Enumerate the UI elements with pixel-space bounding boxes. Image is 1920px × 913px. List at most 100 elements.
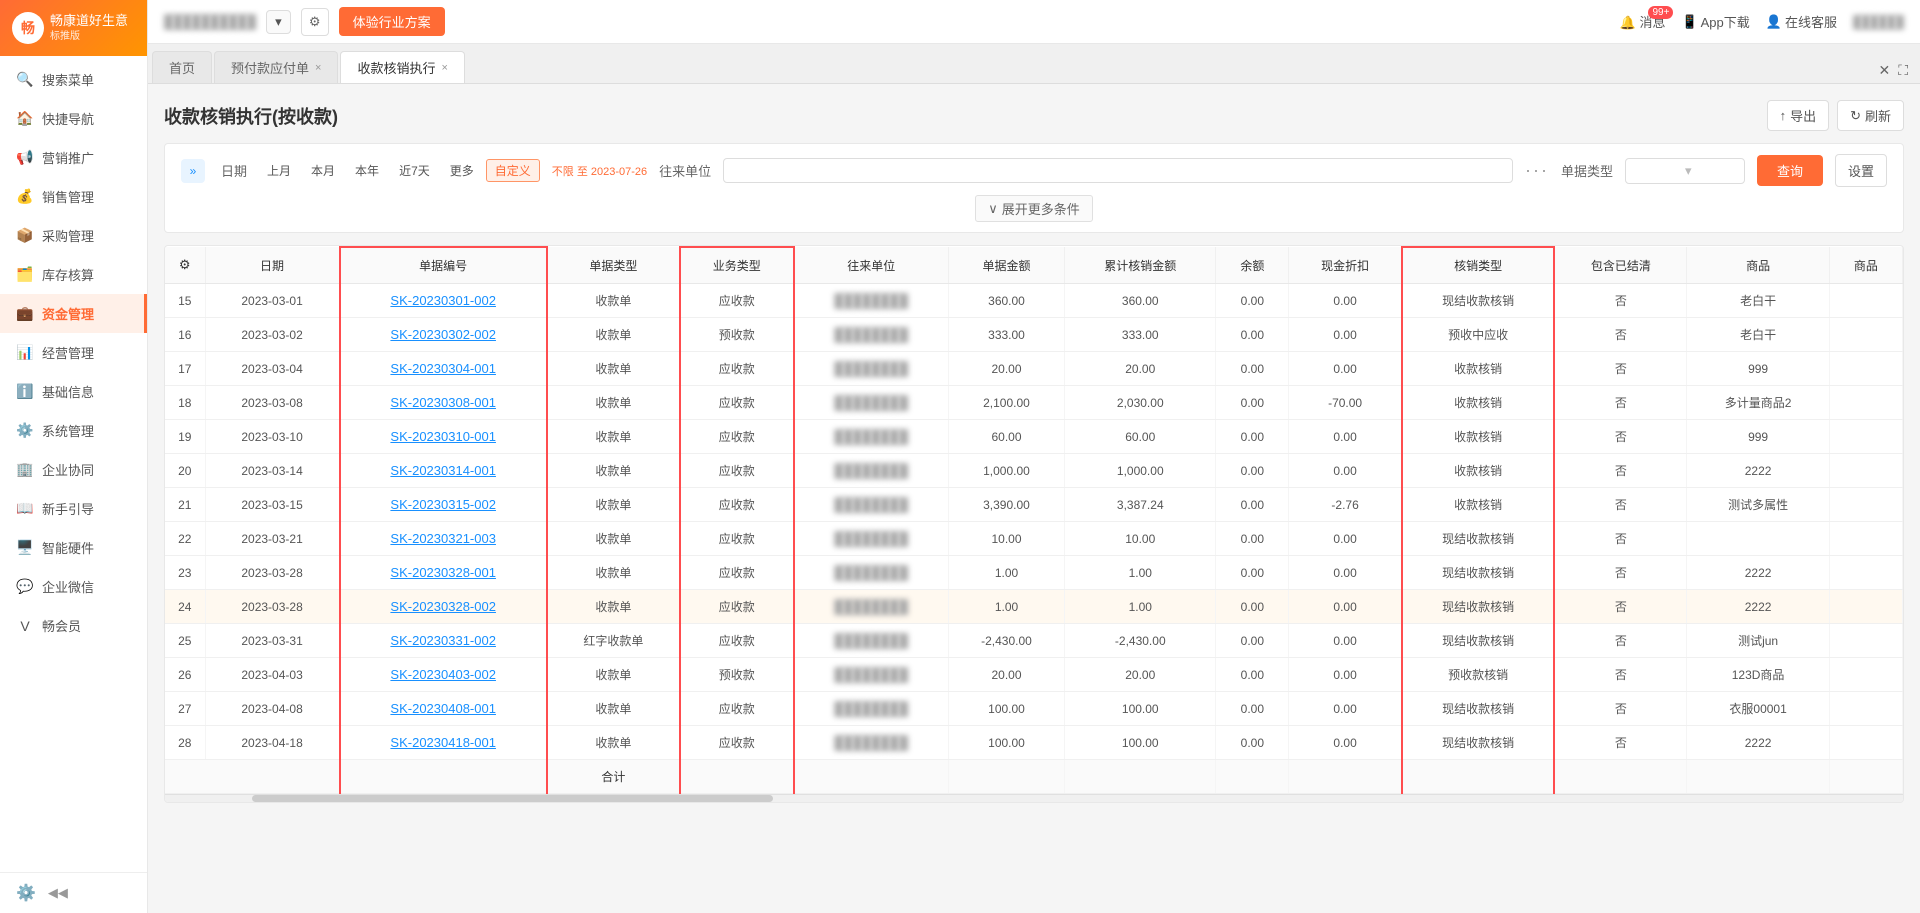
topbar: ██████████ ▾ ⚙ 体验行业方案 🔔 消息 99+ 📱 App下载 👤… bbox=[148, 0, 1920, 44]
tab-prepaid-close[interactable]: × bbox=[315, 62, 321, 74]
doc-no-link[interactable]: SK-20230315-002 bbox=[390, 497, 496, 512]
cell-doc-no[interactable]: SK-20230418-001 bbox=[340, 726, 547, 760]
settings-col-icon[interactable]: ⚙ bbox=[179, 257, 191, 272]
query-button[interactable]: 查询 bbox=[1757, 155, 1823, 186]
doc-no-link[interactable]: SK-20230308-001 bbox=[390, 395, 496, 410]
partner-input[interactable] bbox=[723, 158, 1513, 183]
total-doc-type: 合计 bbox=[547, 760, 680, 794]
sidebar-item-operations[interactable]: 📊 经营管理 bbox=[0, 333, 147, 372]
tab-collection[interactable]: 收款核销执行 × bbox=[340, 51, 464, 83]
sidebar-item-basic[interactable]: ℹ️ 基础信息 bbox=[0, 372, 147, 411]
tab-home[interactable]: 首页 bbox=[152, 51, 212, 83]
sidebar-item-member[interactable]: V 畅会员 bbox=[0, 606, 147, 645]
sidebar-item-search[interactable]: 🔍 搜索菜单 bbox=[0, 60, 147, 99]
cell-doc-no[interactable]: SK-20230302-002 bbox=[340, 318, 547, 352]
sidebar-item-marketing[interactable]: 📢 营销推广 bbox=[0, 138, 147, 177]
cell-doc-no[interactable]: SK-20230314-001 bbox=[340, 454, 547, 488]
search-icon: 🔍 bbox=[16, 71, 34, 88]
cell-doc-no[interactable]: SK-20230315-002 bbox=[340, 488, 547, 522]
sidebar-item-shortcut[interactable]: 🏠 快捷导航 bbox=[0, 99, 147, 138]
cell-doc-type: 收款单 bbox=[547, 454, 680, 488]
sidebar-item-enterprise[interactable]: 🏢 企业协同 bbox=[0, 450, 147, 489]
table-row: 18 2023-03-08 SK-20230308-001 收款单 应收款 ██… bbox=[165, 386, 1903, 420]
cell-doc-no[interactable]: SK-20230328-002 bbox=[340, 590, 547, 624]
sidebar-item-guide[interactable]: 📖 新手引导 bbox=[0, 489, 147, 528]
cell-product2 bbox=[1829, 692, 1902, 726]
sidebar-item-sales[interactable]: 💰 销售管理 bbox=[0, 177, 147, 216]
tab-close-all-icon[interactable]: ✕ bbox=[1874, 58, 1894, 83]
date-btn-this-year[interactable]: 本年 bbox=[347, 159, 387, 182]
doc-no-link[interactable]: SK-20230331-002 bbox=[390, 633, 496, 648]
cell-doc-type: 收款单 bbox=[547, 284, 680, 318]
cell-write-off-type: 收款核销 bbox=[1402, 386, 1555, 420]
filter-dots[interactable]: ··· bbox=[1525, 160, 1549, 181]
cell-write-off-type: 现结收款核销 bbox=[1402, 590, 1555, 624]
cell-doc-no[interactable]: SK-20230301-002 bbox=[340, 284, 547, 318]
cell-doc-no[interactable]: SK-20230310-001 bbox=[340, 420, 547, 454]
doc-no-link[interactable]: SK-20230328-001 bbox=[390, 565, 496, 580]
cell-doc-no[interactable]: SK-20230331-002 bbox=[340, 624, 547, 658]
th-settings[interactable]: ⚙ bbox=[165, 247, 205, 284]
cell-product2 bbox=[1829, 386, 1902, 420]
th-cash-discount: 现金折扣 bbox=[1289, 247, 1402, 284]
notification-bell[interactable]: 🔔 消息 99+ bbox=[1620, 12, 1666, 31]
filter-settings-button[interactable]: 设置 bbox=[1835, 154, 1887, 187]
collapse-icon[interactable]: ◀◀ bbox=[48, 885, 68, 901]
cell-date: 2023-03-14 bbox=[205, 454, 340, 488]
doc-no-link[interactable]: SK-20230321-003 bbox=[390, 531, 496, 546]
date-btn-custom[interactable]: 自定义 bbox=[486, 159, 540, 182]
doc-no-link[interactable]: SK-20230328-002 bbox=[390, 599, 496, 614]
sidebar-item-inventory[interactable]: 🗂️ 库存核算 bbox=[0, 255, 147, 294]
doc-no-link[interactable]: SK-20230301-002 bbox=[390, 293, 496, 308]
table-scrollbar[interactable] bbox=[165, 794, 1903, 802]
cell-biz-type: 应收款 bbox=[680, 590, 794, 624]
date-btn-7days[interactable]: 近7天 bbox=[391, 159, 438, 182]
doc-no-link[interactable]: SK-20230403-002 bbox=[390, 667, 496, 682]
tab-prepaid[interactable]: 预付款应付单 × bbox=[214, 51, 338, 83]
date-btn-more[interactable]: 更多 bbox=[442, 159, 482, 182]
storage-icon: 🗂️ bbox=[16, 266, 34, 283]
cell-biz-type: 应收款 bbox=[680, 556, 794, 590]
doc-no-link[interactable]: SK-20230408-001 bbox=[390, 701, 496, 716]
cell-doc-no[interactable]: SK-20230408-001 bbox=[340, 692, 547, 726]
tab-collection-close[interactable]: × bbox=[441, 62, 447, 74]
doc-no-link[interactable]: SK-20230314-001 bbox=[390, 463, 496, 478]
cell-biz-type: 应收款 bbox=[680, 692, 794, 726]
app-download-link[interactable]: 📱 App下载 bbox=[1681, 12, 1749, 31]
user-avatar[interactable]: ██████ bbox=[1853, 15, 1904, 29]
doc-no-link[interactable]: SK-20230418-001 bbox=[390, 735, 496, 750]
topbar-settings-btn[interactable]: ⚙ bbox=[301, 8, 329, 36]
doc-no-link[interactable]: SK-20230310-001 bbox=[390, 429, 496, 444]
cell-doc-no[interactable]: SK-20230328-001 bbox=[340, 556, 547, 590]
cell-included: 否 bbox=[1554, 318, 1686, 352]
filter-expand-btn[interactable]: » bbox=[181, 159, 205, 183]
date-btn-this-month[interactable]: 本月 bbox=[303, 159, 343, 182]
doc-type-select[interactable]: ▾ bbox=[1625, 158, 1745, 184]
sidebar-item-hardware[interactable]: 🖥️ 智能硬件 bbox=[0, 528, 147, 567]
refresh-button[interactable]: ↻ 刷新 bbox=[1837, 100, 1904, 131]
tabbar-controls: ✕ ⛶ bbox=[1866, 58, 1920, 83]
solution-button[interactable]: 体验行业方案 bbox=[339, 7, 445, 36]
sidebar-item-purchase[interactable]: 📦 采购管理 bbox=[0, 216, 147, 255]
doc-no-link[interactable]: SK-20230302-002 bbox=[390, 327, 496, 342]
cell-doc-no[interactable]: SK-20230304-001 bbox=[340, 352, 547, 386]
topbar-dropdown[interactable]: ▾ bbox=[266, 10, 291, 34]
sidebar-item-wechat[interactable]: 💬 企业微信 bbox=[0, 567, 147, 606]
sidebar-item-system[interactable]: ⚙️ 系统管理 bbox=[0, 411, 147, 450]
cell-doc-no[interactable]: SK-20230321-003 bbox=[340, 522, 547, 556]
settings-footer-icon[interactable]: ⚙️ bbox=[16, 883, 36, 903]
cell-product2 bbox=[1829, 488, 1902, 522]
cell-cumulative: 20.00 bbox=[1065, 352, 1216, 386]
table-row: 15 2023-03-01 SK-20230301-002 收款单 应收款 ██… bbox=[165, 284, 1903, 318]
th-biz-type: 业务类型 bbox=[680, 247, 794, 284]
doc-no-link[interactable]: SK-20230304-001 bbox=[390, 361, 496, 376]
online-service-link[interactable]: 👤 在线客服 bbox=[1766, 12, 1837, 31]
date-btn-last-month[interactable]: 上月 bbox=[259, 159, 299, 182]
sidebar-item-capital[interactable]: 💼 资金管理 bbox=[0, 294, 147, 333]
export-button[interactable]: ↑ 导出 bbox=[1767, 100, 1830, 131]
expand-more-btn[interactable]: ∨ 展开更多条件 bbox=[975, 195, 1093, 222]
cell-date: 2023-04-03 bbox=[205, 658, 340, 692]
cell-doc-no[interactable]: SK-20230308-001 bbox=[340, 386, 547, 420]
cell-doc-no[interactable]: SK-20230403-002 bbox=[340, 658, 547, 692]
tab-expand-icon[interactable]: ⛶ bbox=[1894, 58, 1912, 83]
